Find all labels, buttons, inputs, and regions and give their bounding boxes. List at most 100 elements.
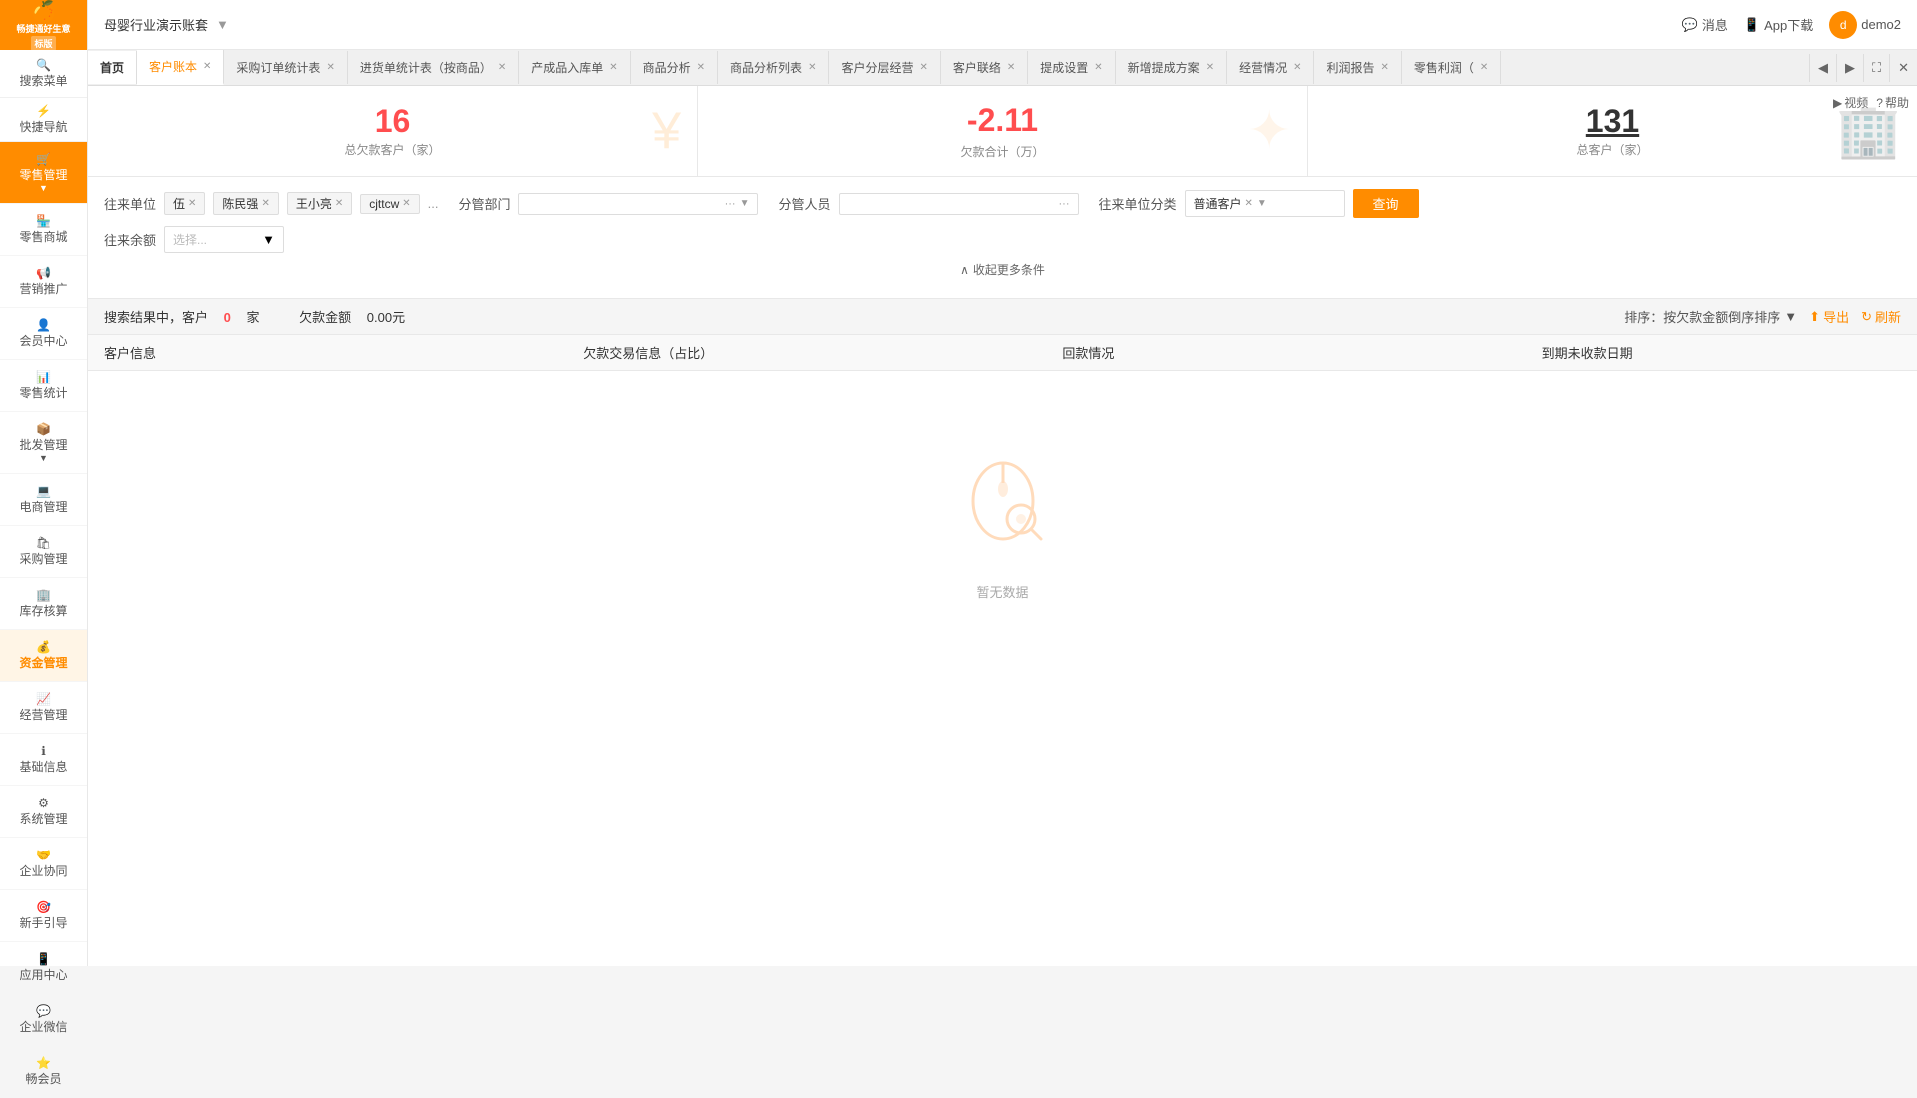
stat-total-debtors: ¥ 16 总欠款客户（家） [88,86,698,176]
user-info[interactable]: d demo2 [1829,11,1901,39]
unit-type-label: 往来单位分类 [1099,194,1177,213]
tab-product-analysis[interactable]: 商品分析 ✕ [631,51,718,84]
tab-customer-contact-close[interactable]: ✕ [1007,62,1015,73]
help-icon: ? [1876,96,1883,110]
sidebar-item-purchase-mgmt[interactable]: 🛍 采购管理 [0,526,87,578]
tab-retail-profit-close[interactable]: ✕ [1480,62,1488,73]
filter-tag-4: cjttcw ✕ [360,194,419,214]
tab-home[interactable]: 首页 [88,51,137,84]
collapse-btn[interactable]: ∧ 收起更多条件 [960,261,1045,278]
sidebar-item-vip-member[interactable]: ⭐ 畅会员 [0,1046,87,1098]
sidebar-item-finance[interactable]: 💰 资金管理 [0,630,87,682]
message-btn[interactable]: 💬 消息 [1682,15,1728,34]
tab-new-tip-plan-close[interactable]: ✕ [1206,62,1214,73]
tab-profit-report[interactable]: 利润报告 ✕ [1314,51,1401,84]
sidebar-item-retail-mgmt[interactable]: 🛒 零售管理 ▼ [0,142,87,204]
sidebar-item-inventory[interactable]: 🏢 库存核算 [0,578,87,630]
balance-placeholder: 选择... [173,231,258,248]
tab-tip-settings[interactable]: 提成设置 ✕ [1028,51,1115,84]
filter-tag-4-close[interactable]: ✕ [402,198,410,209]
sidebar-item-search[interactable]: 🔍 搜索菜单 [0,50,87,98]
tab-profit-report-close[interactable]: ✕ [1381,62,1389,73]
tab-product-analysis-close[interactable]: ✕ [697,62,705,73]
sidebar-item-enterprise-collab[interactable]: 🤝 企业协同 [0,838,87,890]
app-download-btn[interactable]: 📱 App下载 [1744,15,1813,34]
tab-cost-inbound-close[interactable]: ✕ [609,62,617,73]
filter-tag-3-close[interactable]: ✕ [335,198,343,209]
sidebar-item-basic-info[interactable]: ℹ 基础信息 [0,734,87,786]
tab-customer-ledger[interactable]: 客户账本 ✕ [137,50,224,85]
sidebar-item-app-center[interactable]: 📱 应用中心 [0,942,87,994]
person-select[interactable]: ··· [839,193,1079,215]
person-label: 分管人员 [778,194,830,213]
tab-purchase-order-close[interactable]: ✕ [326,62,334,73]
tab-customer-contact[interactable]: 客户联络 ✕ [941,51,1028,84]
dept-more-icon: ··· [725,198,736,210]
top-header-right: 💬 消息 📱 App下载 d demo2 [1682,11,1901,39]
tab-product-analysis-list-close[interactable]: ✕ [808,62,816,73]
sidebar-item-quick-nav[interactable]: ⚡ 快捷导航 [0,98,87,142]
filter-more-tags[interactable]: ... [428,196,439,211]
tab-home-label: 首页 [100,59,124,76]
tab-purchase-order-stats-label: 采购订单统计表 [236,59,320,76]
tenant-name: 母婴行业演示账套 [104,15,208,34]
sort-label: 排序：按欠款金额倒序排序 [1624,307,1780,326]
tab-product-analysis-list[interactable]: 商品分析列表 ✕ [718,51,829,84]
tab-maximize[interactable]: ⛶ [1863,54,1889,82]
filter-tag-2: 陈民强 ✕ [213,192,278,215]
tab-cost-inbound-label: 产成品入库单 [531,59,603,76]
export-btn[interactable]: ⬆ 导出 [1809,307,1849,326]
tab-purchase-order-stats[interactable]: 采购订单统计表 ✕ [224,51,347,84]
sidebar-item-ecommerce[interactable]: 💻 电商管理 [0,474,87,526]
refresh-btn[interactable]: ↻ 刷新 [1861,307,1901,326]
sidebar-item-retail-stats[interactable]: 📊 零售统计 [0,360,87,412]
sidebar-item-marketing[interactable]: 📢 营销推广 [0,256,87,308]
help-btn[interactable]: ? 帮助 [1876,94,1909,111]
sidebar-item-wholesale-mgmt[interactable]: 📦 批发管理 ▼ [0,412,87,474]
tab-customer-ledger-close[interactable]: ✕ [203,61,211,72]
sidebar-item-retail-mall[interactable]: 🏪 零售商城 [0,204,87,256]
tab-operation-status[interactable]: 经营情况 ✕ [1227,51,1314,84]
unit-label: 往来单位 [104,194,156,213]
main-content: 母婴行业演示账套 ▼ 💬 消息 📱 App下载 d demo2 首页 客户账本 … [88,0,1917,966]
sidebar-item-system[interactable]: ⚙ 系统管理 [0,786,87,838]
tenant-dropdown-icon[interactable]: ▼ [216,17,229,32]
tab-actions: ◀ ▶ ⛶ ✕ [1809,54,1917,82]
dept-select[interactable]: ··· ▼ [518,193,758,215]
tab-new-tip-plan[interactable]: 新增提成方案 ✕ [1116,51,1227,84]
tab-customer-segment[interactable]: 客户分层经营 ✕ [829,51,940,84]
search-actions: 排序：按欠款金额倒序排序 ▼ ⬆ 导出 ↻ 刷新 [1624,307,1901,326]
sidebar: 🍊 畅捷通好生意 标版 🔍 搜索菜单 ⚡ 快捷导航 🛒 零售管理 ▼ 🏪 零售商… [0,0,88,966]
balance-select[interactable]: 选择... ▼ [164,226,284,253]
tab-tip-settings-close[interactable]: ✕ [1094,62,1102,73]
filter-tag-2-close[interactable]: ✕ [261,198,269,209]
filter-row-1: 往来单位 伍 ✕ 陈民强 ✕ 王小亮 ✕ cjttcw ✕ ... [104,189,1901,218]
query-button[interactable]: 查询 [1353,189,1419,218]
tab-scroll-right[interactable]: ▶ [1836,54,1863,82]
th-collection: 回款情况 [1062,343,1541,362]
tab-operation-status-close[interactable]: ✕ [1293,62,1301,73]
download-icon: 📱 [1744,17,1760,33]
sort-select[interactable]: 排序：按欠款金额倒序排序 ▼ [1624,307,1797,326]
sidebar-item-enterprise-wechat[interactable]: 💬 企业微信 [0,994,87,1046]
tab-inbound-stats[interactable]: 进货单统计表（按商品） ✕ [348,51,519,84]
stat-icon-1: ¥ [652,101,681,161]
filter-tag-1-close[interactable]: ✕ [188,198,196,209]
logo-text: 畅捷通好生意 [16,24,70,35]
tab-scroll-left[interactable]: ◀ [1809,54,1836,82]
sidebar-item-operations[interactable]: 📈 经营管理 [0,682,87,734]
tab-cost-inbound[interactable]: 产成品入库单 ✕ [519,51,630,84]
unit-type-select[interactable]: 普通客户 ✕ ▼ [1185,190,1345,217]
export-icon: ⬆ [1809,309,1820,325]
tab-retail-profit[interactable]: 零售利润（ ✕ [1402,51,1501,84]
video-btn[interactable]: ▶ 视频 [1833,94,1868,111]
sidebar-item-guide[interactable]: 🎯 新手引导 [0,890,87,942]
tab-customer-segment-close[interactable]: ✕ [919,62,927,73]
dept-label: 分管部门 [458,194,510,213]
unit-type-arrow: ▼ [1257,198,1267,209]
unit-type-tag-close[interactable]: ✕ [1245,198,1253,209]
tab-inbound-stats-close[interactable]: ✕ [498,62,506,73]
tab-retail-profit-label: 零售利润（ [1414,59,1474,76]
tab-close-all[interactable]: ✕ [1889,54,1917,82]
sidebar-item-member-center[interactable]: 👤 会员中心 [0,308,87,360]
